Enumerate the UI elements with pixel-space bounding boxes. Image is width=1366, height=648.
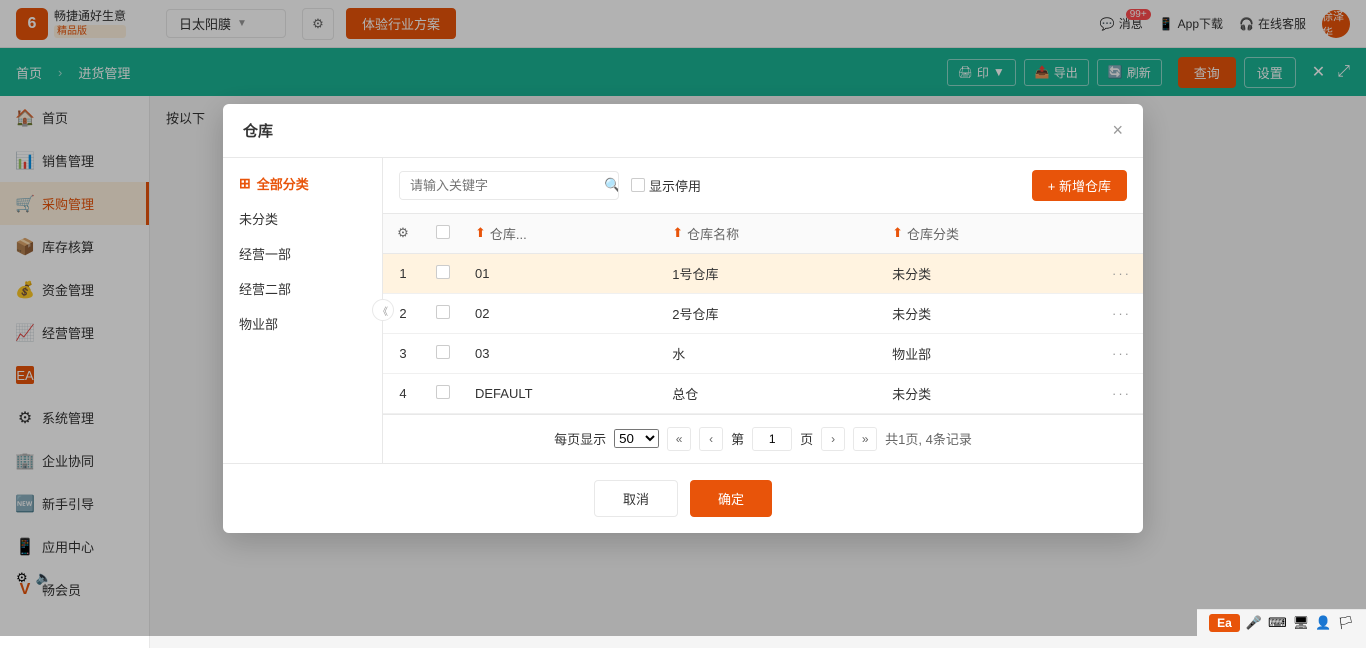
- disabled-checkbox[interactable]: [631, 178, 645, 192]
- row-code: 02: [463, 293, 660, 333]
- row-no: 3: [383, 333, 423, 373]
- row-category: 未分类: [880, 373, 1100, 413]
- row-checkbox[interactable]: [436, 385, 450, 399]
- row-category: 未分类: [880, 253, 1100, 293]
- table-header-row: ⚙ ⬆ 仓库...: [383, 214, 1143, 254]
- row-code: 01: [463, 253, 660, 293]
- col-category-header: ⬆ 仓库分类: [880, 214, 1100, 254]
- category-panel: ⊞ 全部分类 未分类 经营一部 经营二部 物业部 《: [223, 158, 383, 463]
- monitor-icon[interactable]: 🖥: [1293, 615, 1310, 631]
- cancel-button[interactable]: 取消: [594, 480, 678, 517]
- row-name: 2号仓库: [660, 293, 880, 333]
- page-input[interactable]: [752, 427, 792, 451]
- row-category: 物业部: [880, 333, 1100, 373]
- confirm-button[interactable]: 确定: [690, 480, 772, 517]
- sort-icon-category: ⬆: [892, 225, 903, 241]
- row-no: 1: [383, 253, 423, 293]
- row-category: 未分类: [880, 293, 1100, 333]
- bottom-bar: Ea 🎤 ⌨ 🖥 👤 🏳: [1197, 609, 1366, 636]
- row-no: 4: [383, 373, 423, 413]
- select-all-checkbox[interactable]: [436, 225, 450, 239]
- modal-body: ⊞ 全部分类 未分类 经营一部 经营二部 物业部 《: [223, 158, 1143, 463]
- page-last-btn[interactable]: »: [853, 427, 877, 451]
- warehouse-modal: 仓库 × ⊞ 全部分类 未分类 经营一部 经营二部: [223, 104, 1143, 533]
- search-icon[interactable]: 🔍: [596, 177, 619, 194]
- category-unclassified[interactable]: 未分类: [223, 201, 382, 236]
- page-next-btn[interactable]: ›: [821, 427, 845, 451]
- category-all[interactable]: ⊞ 全部分类: [223, 166, 382, 201]
- row-checkbox[interactable]: [436, 345, 450, 359]
- row-name: 水: [660, 333, 880, 373]
- new-warehouse-button[interactable]: + 新增仓库: [1032, 170, 1127, 201]
- row-name: 总仓: [660, 373, 880, 413]
- modal-overlay[interactable]: 仓库 × ⊞ 全部分类 未分类 经营一部 经营二部: [0, 0, 1366, 636]
- pagination: 每页显示 50 100 200 « ‹ 第 页 › » 共1页, 4条记录: [383, 414, 1143, 463]
- col-code-header: ⬆ 仓库...: [463, 214, 660, 254]
- row-checkbox[interactable]: [436, 265, 450, 279]
- modal-close-button[interactable]: ×: [1112, 121, 1123, 139]
- table-row[interactable]: 4 DEFAULT 总仓 未分类 ···: [383, 373, 1143, 413]
- table-row[interactable]: 3 03 水 物业部 ···: [383, 333, 1143, 373]
- flag-icon[interactable]: 🏳: [1337, 615, 1354, 631]
- show-disabled-toggle[interactable]: 显示停用: [631, 176, 701, 195]
- search-input[interactable]: [400, 172, 596, 199]
- keyboard-icon[interactable]: ⌨: [1268, 615, 1287, 631]
- row-actions[interactable]: ···: [1100, 253, 1143, 293]
- collapse-category-btn[interactable]: 《: [372, 299, 394, 321]
- sort-icon-name: ⬆: [672, 225, 683, 241]
- category-ops2[interactable]: 经营二部: [223, 271, 382, 306]
- page-info: 共1页, 4条记录: [885, 429, 972, 448]
- page-prev-btn[interactable]: ‹: [699, 427, 723, 451]
- category-property[interactable]: 物业部: [223, 306, 382, 341]
- modal-header: 仓库 ×: [223, 104, 1143, 158]
- person-icon[interactable]: 👤: [1315, 615, 1331, 631]
- per-page-select[interactable]: 50 100 200: [614, 429, 659, 448]
- modal-footer: 取消 确定: [223, 463, 1143, 533]
- modal-title: 仓库: [243, 120, 273, 141]
- ea-badge: Ea: [1209, 614, 1240, 632]
- col-settings: ⚙: [383, 214, 423, 254]
- row-actions[interactable]: ···: [1100, 293, 1143, 333]
- category-ops1[interactable]: 经营一部: [223, 236, 382, 271]
- table-toolbar: 🔍 显示停用 + 新增仓库: [383, 158, 1143, 214]
- col-name-header: ⬆ 仓库名称: [660, 214, 880, 254]
- sort-icon-code: ⬆: [475, 225, 486, 241]
- row-name: 1号仓库: [660, 253, 880, 293]
- table-settings-icon[interactable]: ⚙: [397, 225, 409, 240]
- mic-icon[interactable]: 🎤: [1246, 615, 1262, 631]
- search-input-wrap: 🔍: [399, 171, 619, 200]
- table-row[interactable]: 1 01 1号仓库 未分类 ···: [383, 253, 1143, 293]
- data-table: ⚙ ⬆ 仓库...: [383, 214, 1143, 414]
- row-code: 03: [463, 333, 660, 373]
- row-actions[interactable]: ···: [1100, 333, 1143, 373]
- row-code: DEFAULT: [463, 373, 660, 413]
- table-body: 1 01 1号仓库 未分类 ··· 2 02 2号仓库 未分类 ··· 3 03…: [383, 253, 1143, 413]
- row-actions[interactable]: ···: [1100, 373, 1143, 413]
- table-row[interactable]: 2 02 2号仓库 未分类 ···: [383, 293, 1143, 333]
- table-panel: 🔍 显示停用 + 新增仓库 ⚙: [383, 158, 1143, 463]
- page-first-btn[interactable]: «: [667, 427, 691, 451]
- col-checkbox: [423, 214, 463, 254]
- row-checkbox[interactable]: [436, 305, 450, 319]
- warehouse-table: ⚙ ⬆ 仓库...: [383, 214, 1143, 414]
